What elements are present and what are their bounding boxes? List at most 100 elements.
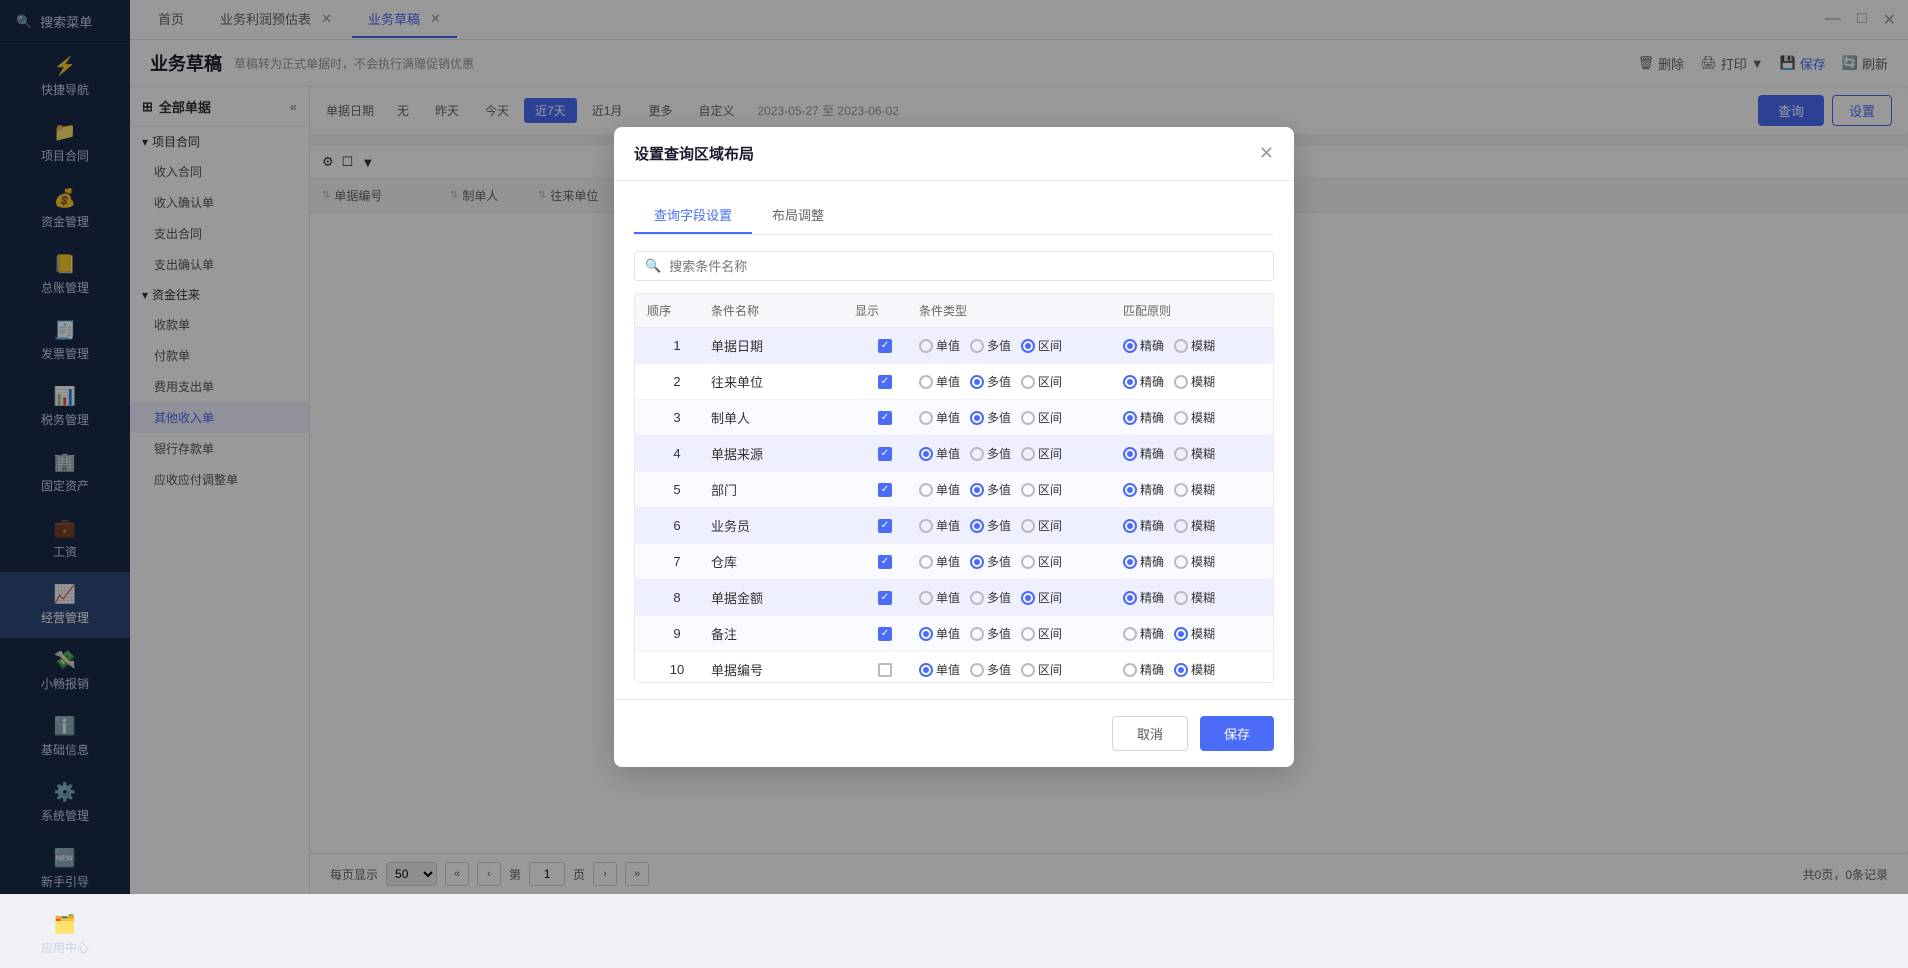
row-name-1: 单据日期 [711,336,851,355]
row-match-2: 精确模糊 [1123,373,1274,390]
radio-range-7[interactable]: 区间 [1021,553,1062,570]
radio-match-exact-9[interactable]: 精确 [1123,625,1164,642]
radio-match-fuzzy-8[interactable]: 模糊 [1174,589,1215,606]
radio-single-5[interactable]: 单值 [919,481,960,498]
row-checkbox-7[interactable] [855,555,915,569]
radio-range-4[interactable]: 区间 [1021,445,1062,462]
row-order-5: 5 [647,482,707,497]
modal-search-input[interactable] [669,259,869,274]
radio-range-5[interactable]: 区间 [1021,481,1062,498]
table-row: 8单据金额单值多值区间精确模糊 [635,580,1273,616]
table-row: 3制单人单值多值区间精确模糊 [635,400,1273,436]
modal-search-bar: 🔍 [634,251,1274,281]
modal-tab-layout[interactable]: 布局调整 [752,197,844,234]
row-checkbox-2[interactable] [855,375,915,389]
sidebar-item-apps[interactable]: 🗂️应用中心 [0,902,130,968]
settings-table: 顺序条件名称显示条件类型匹配原则 1单据日期单值多值区间精确模糊2往来单位单值多… [634,293,1274,683]
row-checkbox-4[interactable] [855,447,915,461]
row-order-10: 10 [647,662,707,677]
radio-match-exact-2[interactable]: 精确 [1123,373,1164,390]
radio-range-2[interactable]: 区间 [1021,373,1062,390]
table-row: 6业务员单值多值区间精确模糊 [635,508,1273,544]
radio-match-fuzzy-1[interactable]: 模糊 [1174,337,1215,354]
row-condition-type-10: 单值多值区间 [919,661,1119,678]
radio-match-exact-4[interactable]: 精确 [1123,445,1164,462]
radio-multi-5[interactable]: 多值 [970,481,1011,498]
radio-single-3[interactable]: 单值 [919,409,960,426]
row-condition-type-1: 单值多值区间 [919,337,1119,354]
radio-match-fuzzy-9[interactable]: 模糊 [1174,625,1215,642]
radio-single-8[interactable]: 单值 [919,589,960,606]
row-name-8: 单据金额 [711,588,851,607]
radio-range-1[interactable]: 区间 [1021,337,1062,354]
modal-close-btn[interactable]: ✕ [1259,143,1274,164]
radio-single-10[interactable]: 单值 [919,661,960,678]
radio-multi-7[interactable]: 多值 [970,553,1011,570]
settings-rows: 1单据日期单值多值区间精确模糊2往来单位单值多值区间精确模糊3制单人单值多值区间… [635,328,1273,683]
radio-multi-3[interactable]: 多值 [970,409,1011,426]
row-checkbox-10[interactable] [855,663,915,677]
radio-range-6[interactable]: 区间 [1021,517,1062,534]
radio-match-fuzzy-10[interactable]: 模糊 [1174,661,1215,678]
radio-range-10[interactable]: 区间 [1021,661,1062,678]
radio-single-2[interactable]: 单值 [919,373,960,390]
row-condition-type-9: 单值多值区间 [919,625,1119,642]
radio-match-exact-7[interactable]: 精确 [1123,553,1164,570]
row-match-8: 精确模糊 [1123,589,1274,606]
row-checkbox-6[interactable] [855,519,915,533]
row-order-2: 2 [647,374,707,389]
row-name-3: 制单人 [711,408,851,427]
cancel-button[interactable]: 取消 [1112,716,1188,751]
modal-tab-query-fields[interactable]: 查询字段设置 [634,197,752,234]
radio-range-9[interactable]: 区间 [1021,625,1062,642]
radio-multi-6[interactable]: 多值 [970,517,1011,534]
radio-match-fuzzy-3[interactable]: 模糊 [1174,409,1215,426]
radio-range-3[interactable]: 区间 [1021,409,1062,426]
row-checkbox-3[interactable] [855,411,915,425]
radio-single-4[interactable]: 单值 [919,445,960,462]
row-match-4: 精确模糊 [1123,445,1274,462]
radio-multi-10[interactable]: 多值 [970,661,1011,678]
row-order-7: 7 [647,554,707,569]
radio-single-9[interactable]: 单值 [919,625,960,642]
radio-multi-2[interactable]: 多值 [970,373,1011,390]
radio-match-fuzzy-4[interactable]: 模糊 [1174,445,1215,462]
row-condition-type-2: 单值多值区间 [919,373,1119,390]
row-match-6: 精确模糊 [1123,517,1274,534]
radio-match-exact-10[interactable]: 精确 [1123,661,1164,678]
row-checkbox-5[interactable] [855,483,915,497]
radio-match-fuzzy-2[interactable]: 模糊 [1174,373,1215,390]
settings-col-显示: 显示 [855,302,915,319]
settings-modal: 设置查询区域布局 ✕ 查询字段设置布局调整 🔍 顺序条件名称显示条件类型匹配原则… [614,127,1294,767]
radio-match-exact-8[interactable]: 精确 [1123,589,1164,606]
radio-match-exact-3[interactable]: 精确 [1123,409,1164,426]
radio-match-fuzzy-6[interactable]: 模糊 [1174,517,1215,534]
radio-single-6[interactable]: 单值 [919,517,960,534]
save-button[interactable]: 保存 [1200,716,1274,751]
row-order-1: 1 [647,338,707,353]
radio-multi-4[interactable]: 多值 [970,445,1011,462]
radio-multi-8[interactable]: 多值 [970,589,1011,606]
radio-single-1[interactable]: 单值 [919,337,960,354]
radio-match-exact-5[interactable]: 精确 [1123,481,1164,498]
apps-icon: 🗂️ [54,914,76,935]
radio-single-7[interactable]: 单值 [919,553,960,570]
radio-match-fuzzy-5[interactable]: 模糊 [1174,481,1215,498]
radio-match-exact-6[interactable]: 精确 [1123,517,1164,534]
radio-multi-1[interactable]: 多值 [970,337,1011,354]
row-match-7: 精确模糊 [1123,553,1274,570]
table-row: 7仓库单值多值区间精确模糊 [635,544,1273,580]
row-checkbox-8[interactable] [855,591,915,605]
radio-range-8[interactable]: 区间 [1021,589,1062,606]
row-name-4: 单据来源 [711,444,851,463]
radio-match-fuzzy-7[interactable]: 模糊 [1174,553,1215,570]
row-condition-type-5: 单值多值区间 [919,481,1119,498]
radio-match-exact-1[interactable]: 精确 [1123,337,1164,354]
row-condition-type-7: 单值多值区间 [919,553,1119,570]
row-checkbox-1[interactable] [855,339,915,353]
modal-overlay: 设置查询区域布局 ✕ 查询字段设置布局调整 🔍 顺序条件名称显示条件类型匹配原则… [0,0,1908,894]
settings-col-匹配原则: 匹配原则 [1123,302,1274,319]
row-match-5: 精确模糊 [1123,481,1274,498]
radio-multi-9[interactable]: 多值 [970,625,1011,642]
row-checkbox-9[interactable] [855,627,915,641]
